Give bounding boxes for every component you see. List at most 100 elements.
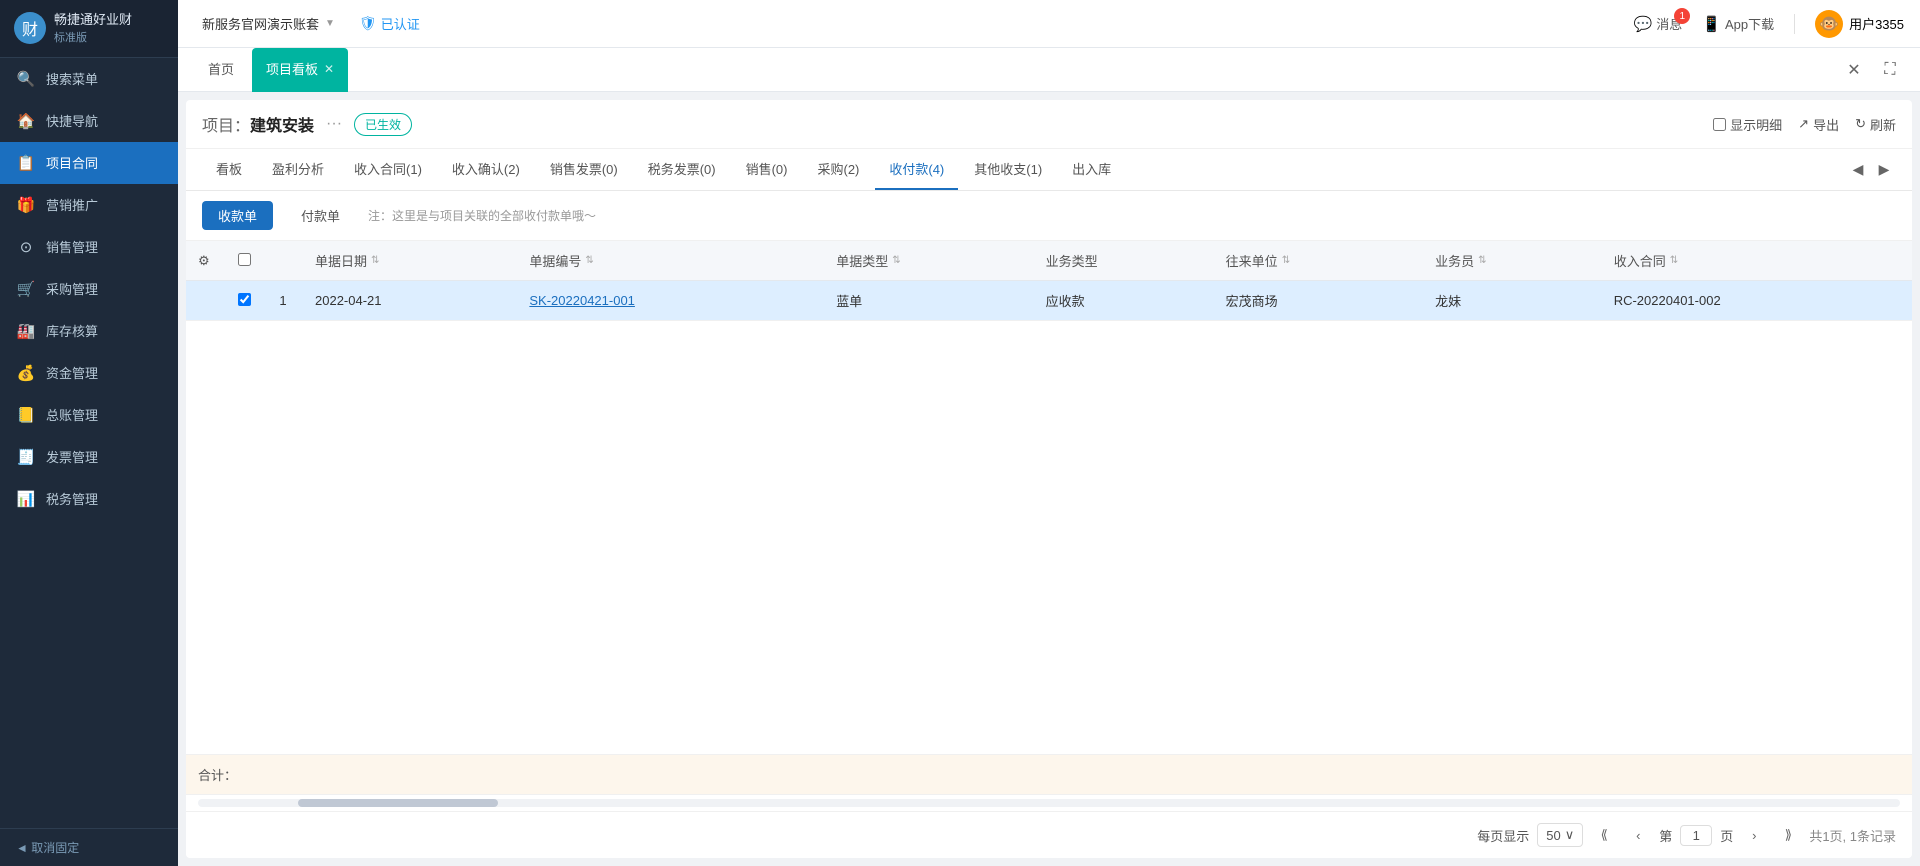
purchase-icon: 🛒 bbox=[16, 279, 36, 299]
cell-checkbox[interactable] bbox=[226, 281, 263, 321]
scrollbar-thumb[interactable] bbox=[298, 799, 498, 807]
page-first-button[interactable]: ⟪ bbox=[1591, 822, 1617, 848]
tab-home[interactable]: 首页 bbox=[194, 48, 248, 92]
subtab-receipts[interactable]: 收付款(4) bbox=[875, 149, 958, 190]
subtab-other-income[interactable]: 其他收支(1) bbox=[960, 149, 1056, 190]
col-income-contract-label: 收入合同 bbox=[1614, 251, 1666, 270]
show-detail-checkbox[interactable]: 显示明细 bbox=[1713, 115, 1782, 134]
col-type[interactable]: 单据类型 ⇅ bbox=[824, 241, 1033, 281]
subtabs: 看板 盈利分析 收入合同(1) 收入确认(2) 销售发票(0) 税务发票(0) … bbox=[186, 149, 1912, 191]
table-row[interactable]: 1 2022-04-21 SK-20220421-001 蓝单 应收款 bbox=[186, 281, 1912, 321]
sidebar-item-tax[interactable]: 📊 税务管理 bbox=[0, 478, 178, 520]
sidebar-item-invoice[interactable]: 🧾 发票管理 bbox=[0, 436, 178, 478]
app-download-label: App下载 bbox=[1725, 14, 1774, 33]
sidebar-item-finance[interactable]: 💰 资金管理 bbox=[0, 352, 178, 394]
sidebar-item-marketing[interactable]: 🎁 营销推广 bbox=[0, 184, 178, 226]
cell-date: 2022-04-21 bbox=[303, 281, 517, 321]
col-income-contract[interactable]: 收入合同 ⇅ bbox=[1602, 241, 1912, 281]
cell-number[interactable]: SK-20220421-001 bbox=[517, 281, 824, 321]
col-checkbox[interactable] bbox=[226, 241, 263, 281]
sidebar-item-contract[interactable]: 📋 项目合同 bbox=[0, 142, 178, 184]
col-partner[interactable]: 往来单位 ⇅ bbox=[1214, 241, 1423, 281]
fullscreen-button[interactable]: ⛶ bbox=[1876, 56, 1904, 84]
sidebar-item-label-contract: 项目合同 bbox=[46, 153, 98, 172]
refresh-button[interactable]: ↻ 刷新 bbox=[1855, 115, 1896, 134]
topbar-right: 💬 消息 1 📱 App下载 🐵 用户3355 bbox=[1634, 10, 1904, 38]
project-header: 项目：建筑安装 ··· 已生效 显示明细 ↗ 导出 ↻ 刷新 bbox=[186, 100, 1912, 149]
page-last-button[interactable]: ⟫ bbox=[1775, 822, 1801, 848]
sidebar-unpin-button[interactable]: ◄ 取消固定 bbox=[0, 828, 178, 866]
topbar: 新服务官网演示账套 ▼ 🛡 已认证 💬 消息 1 📱 App下载 🐵 用户335… bbox=[178, 0, 1920, 48]
app-name: 畅捷通好业财 bbox=[54, 12, 132, 29]
app-download-button[interactable]: 📱 App下载 bbox=[1702, 14, 1774, 33]
page-size-select[interactable]: 50 ∨ bbox=[1537, 823, 1583, 847]
tab-project-board[interactable]: 项目看板 ✕ bbox=[252, 48, 348, 92]
sub2tab-payments[interactable]: 付款单 bbox=[285, 201, 356, 230]
tab-close-icon[interactable]: ✕ bbox=[324, 62, 334, 76]
sidebar-item-ledger[interactable]: 📒 总账管理 bbox=[0, 394, 178, 436]
subtab-in-out[interactable]: 出入库 bbox=[1058, 149, 1125, 190]
tab-project-board-label: 项目看板 bbox=[266, 59, 318, 78]
fullscreen-icon: ⛶ bbox=[1884, 61, 1895, 79]
gift-icon: 🎁 bbox=[16, 195, 36, 215]
search-icon: 🔍 bbox=[16, 69, 36, 89]
col-number-label: 单据编号 bbox=[529, 251, 581, 270]
subtab-board-label: 看板 bbox=[216, 162, 242, 177]
sidebar-item-search[interactable]: 🔍 搜索菜单 bbox=[0, 58, 178, 100]
subtabs-prev-button[interactable]: ◀ bbox=[1846, 158, 1870, 182]
col-settings[interactable]: ⚙ bbox=[186, 241, 226, 281]
page-unit-label: 页 bbox=[1720, 826, 1733, 845]
subtab-board[interactable]: 看板 bbox=[202, 149, 256, 190]
sidebar-item-label-marketing: 营销推广 bbox=[46, 195, 98, 214]
row-number-link[interactable]: SK-20220421-001 bbox=[529, 293, 635, 308]
sidebar-bottom-label: ◄ 取消固定 bbox=[16, 839, 79, 856]
page-prev-button[interactable]: ‹ bbox=[1625, 822, 1651, 848]
refresh-icon: ↻ bbox=[1855, 116, 1866, 132]
close-window-button[interactable]: ✕ bbox=[1840, 56, 1868, 84]
sub2tabs: 收款单 付款单 注：这里是与项目关联的全部收付款单哦～ bbox=[186, 191, 1912, 241]
account-selector[interactable]: 新服务官网演示账套 ▼ bbox=[194, 10, 343, 37]
sidebar-item-purchase[interactable]: 🛒 采购管理 bbox=[0, 268, 178, 310]
account-name: 新服务官网演示账套 bbox=[202, 14, 319, 33]
row-type: 蓝单 bbox=[836, 294, 862, 309]
col-type-label: 单据类型 bbox=[836, 251, 888, 270]
subtab-profit[interactable]: 盈利分析 bbox=[258, 149, 338, 190]
horizontal-scrollbar[interactable] bbox=[198, 799, 1900, 807]
show-detail-checkbox-input[interactable] bbox=[1713, 118, 1726, 131]
app-logo: 财 畅捷通好业财 标准版 bbox=[0, 0, 178, 58]
subtab-sales[interactable]: 销售(0) bbox=[732, 149, 802, 190]
subtabs-next-button[interactable]: ▶ bbox=[1872, 158, 1896, 182]
col-number[interactable]: 单据编号 ⇅ bbox=[517, 241, 824, 281]
phone-icon: 📱 bbox=[1702, 15, 1721, 33]
user-menu[interactable]: 🐵 用户3355 bbox=[1815, 10, 1904, 38]
page-next-button[interactable]: › bbox=[1741, 822, 1767, 848]
project-more-button[interactable]: ··· bbox=[326, 115, 342, 133]
total-label: 合计： bbox=[198, 768, 237, 783]
messages-button[interactable]: 💬 消息 1 bbox=[1634, 14, 1683, 33]
settings-icon: ⚙ bbox=[198, 253, 210, 268]
shield-icon: 🛡 bbox=[359, 15, 377, 32]
sub2tab-receipts[interactable]: 收款单 bbox=[202, 201, 273, 230]
col-index bbox=[263, 241, 303, 281]
subtab-sales-invoice[interactable]: 销售发票(0) bbox=[536, 149, 632, 190]
sidebar-item-sales[interactable]: ⊙ 销售管理 bbox=[0, 226, 178, 268]
page-current-input[interactable]: 1 bbox=[1680, 825, 1712, 846]
sidebar-item-inventory[interactable]: 🏭 库存核算 bbox=[0, 310, 178, 352]
subtab-sales-invoice-label: 销售发票(0) bbox=[550, 162, 618, 177]
subtab-income-confirm[interactable]: 收入确认(2) bbox=[438, 149, 534, 190]
sub2tab-receipts-label: 收款单 bbox=[218, 209, 257, 224]
sidebar-item-shortcut[interactable]: 🏠 快捷导航 bbox=[0, 100, 178, 142]
table-wrap: ⚙ 单据日期 ⇅ bbox=[186, 241, 1912, 754]
select-all-checkbox[interactable] bbox=[238, 253, 251, 266]
subtab-income-contract[interactable]: 收入合同(1) bbox=[340, 149, 436, 190]
export-button[interactable]: ↗ 导出 bbox=[1798, 115, 1839, 134]
col-salesperson[interactable]: 业务员 ⇅ bbox=[1423, 241, 1602, 281]
col-date[interactable]: 单据日期 ⇅ bbox=[303, 241, 517, 281]
app-name-block: 畅捷通好业财 标准版 bbox=[54, 12, 132, 45]
subtab-tax-invoice[interactable]: 税务发票(0) bbox=[634, 149, 730, 190]
subtab-purchase[interactable]: 采购(2) bbox=[803, 149, 873, 190]
topbar-divider bbox=[1794, 14, 1795, 34]
sidebar-item-label-sales: 销售管理 bbox=[46, 237, 98, 256]
row-checkbox[interactable] bbox=[238, 293, 251, 306]
show-detail-label: 显示明细 bbox=[1730, 115, 1782, 134]
